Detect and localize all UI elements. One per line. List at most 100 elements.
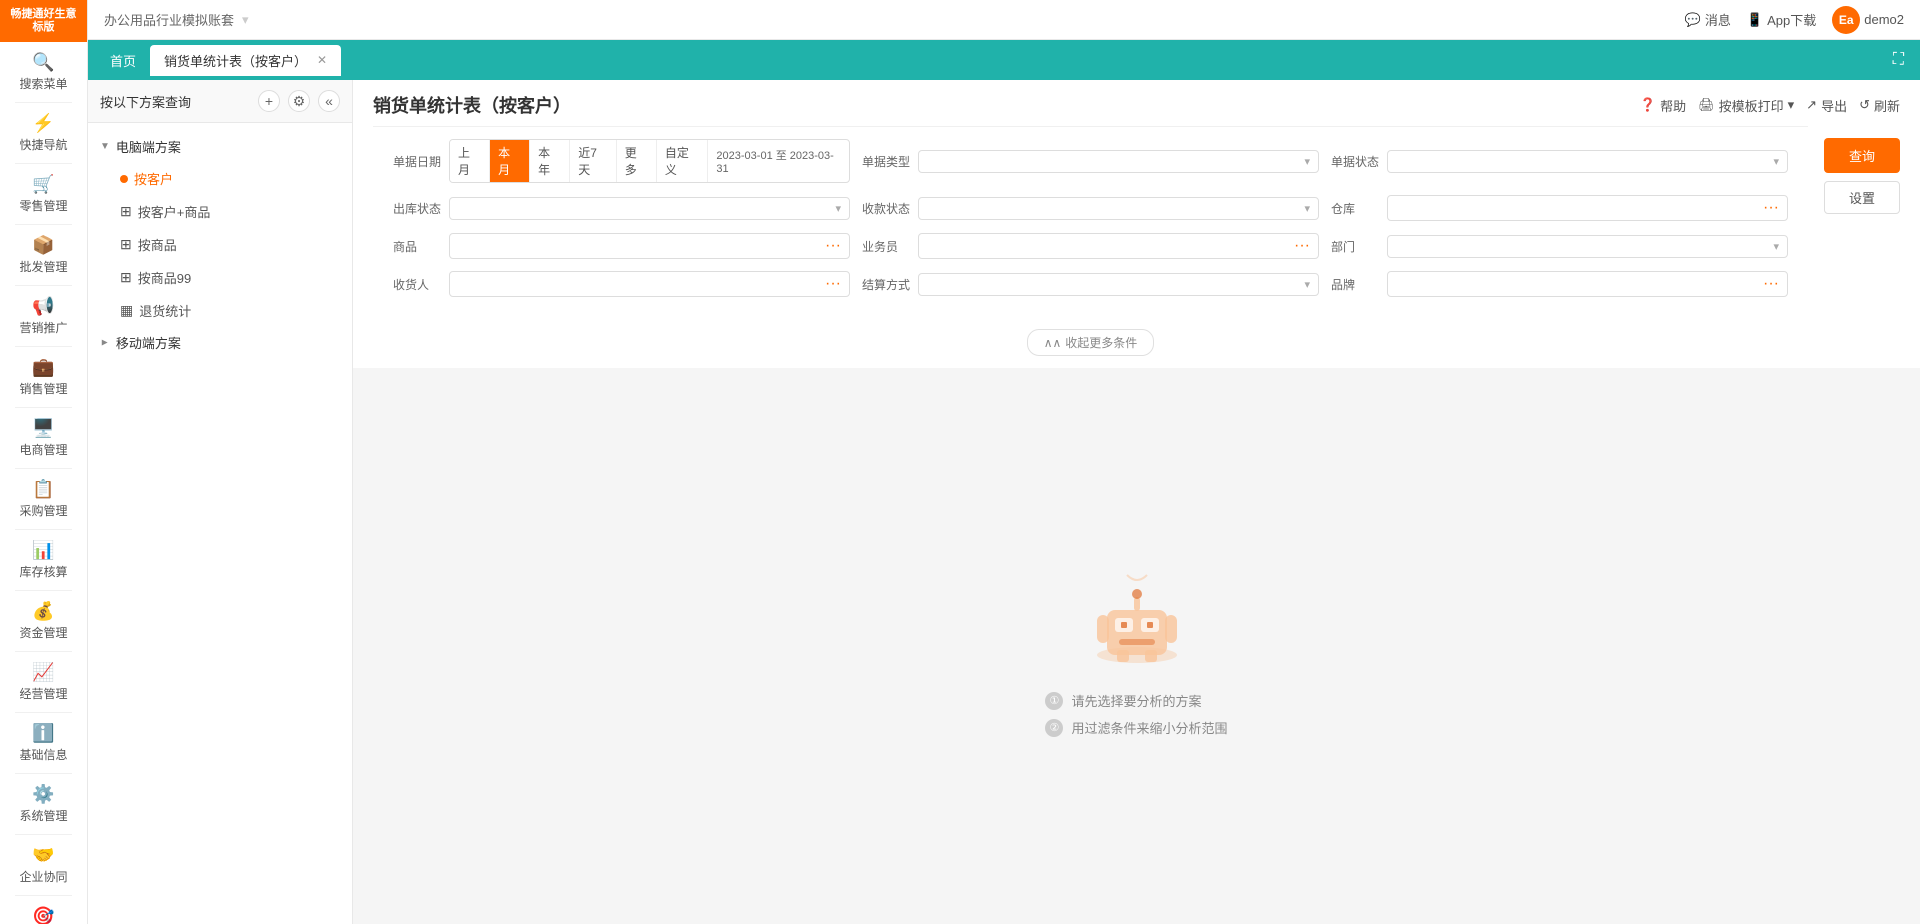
sidebar-item-search-menu[interactable]: 🔍搜索菜单 xyxy=(15,42,71,103)
settings-button[interactable]: 设置 xyxy=(1824,181,1900,214)
date-filter-control: 上月 本月 本年 近7天 更多 自定义 2023-03-01 至 2023-03… xyxy=(449,139,850,183)
receiver-control[interactable]: ··· xyxy=(449,271,850,297)
grid-icon-2: ⊞ xyxy=(120,236,132,253)
maximize-btn[interactable]: ⛶ xyxy=(1885,51,1912,69)
date-btn-more[interactable]: 更多 xyxy=(617,140,657,182)
payment-control[interactable]: ▾ xyxy=(918,197,1319,220)
payment-arrow: ▾ xyxy=(1304,202,1310,215)
tab-home-label: 首页 xyxy=(110,51,136,70)
warehouse-control[interactable]: ··· xyxy=(1387,195,1788,221)
empty-tip-1: ① 请先选择要分析的方案 xyxy=(1045,691,1227,710)
receiver-label: 收货人 xyxy=(393,276,441,293)
grid-icon-3: ⊞ xyxy=(120,269,132,286)
industry-dropdown-icon[interactable]: ▾ xyxy=(242,12,249,28)
sidebar-item-quick-nav[interactable]: ⚡快捷导航 xyxy=(15,103,71,164)
sidebar-item-purchase-mgmt[interactable]: 📋采购管理 xyxy=(15,469,71,530)
filter-main: 单据日期 上月 本月 本年 近7天 更多 自定义 2023-03-01 至 20… xyxy=(373,126,1808,364)
user-profile-btn[interactable]: Ea demo2 xyxy=(1832,6,1904,34)
add-scheme-btn[interactable]: + xyxy=(258,90,280,112)
sidebar-label-inventory-calc: 库存核算 xyxy=(19,563,67,580)
goods-dots: ··· xyxy=(825,238,841,254)
message-icon: 💬 xyxy=(1685,12,1701,28)
sidebar-item-marketing[interactable]: 📢营销推广 xyxy=(15,286,71,347)
date-btn-7days[interactable]: 近7天 xyxy=(570,140,616,182)
page-header: 销货单统计表（按客户） ❓ 帮助 🖨 按模板打印 ▾ ↗ 导出 xyxy=(353,80,1920,126)
receiver-dots: ··· xyxy=(825,276,841,292)
tree-child-return-stats[interactable]: ▦ 退货统计 xyxy=(88,294,352,327)
sidebar-item-basic-info[interactable]: ℹ️基础信息 xyxy=(15,713,71,774)
query-button[interactable]: 查询 xyxy=(1824,138,1900,173)
goods-control[interactable]: ··· xyxy=(449,233,850,259)
payment-label: 收款状态 xyxy=(862,200,910,217)
outbound-control[interactable]: ▾ xyxy=(449,197,850,220)
salesperson-control[interactable]: ··· xyxy=(918,233,1319,259)
tip-num-1: ① xyxy=(1045,692,1063,710)
app-logo: 畅捷通好生意 标版 xyxy=(0,0,87,42)
order-type-control[interactable]: ▾ xyxy=(918,150,1319,173)
filter-item-warehouse: 仓库 ··· xyxy=(1331,195,1788,221)
date-btn-this-month[interactable]: 本月 xyxy=(490,140,530,182)
tree-parent-pc-label: 电脑端方案 xyxy=(116,137,181,156)
sidebar-item-retail-mgmt[interactable]: 🛒零售管理 xyxy=(15,164,71,225)
panel-actions: + ⚙ « xyxy=(258,90,340,112)
message-btn[interactable]: 💬 消息 xyxy=(1685,10,1731,29)
panel-header: 按以下方案查询 + ⚙ « xyxy=(88,80,352,123)
tab-sales-stats-label: 销货单统计表（按客户） xyxy=(164,51,307,70)
sidebar-item-sales-mgmt[interactable]: 💼销售管理 xyxy=(15,347,71,408)
date-btn-this-year[interactable]: 本年 xyxy=(530,140,570,182)
tab-home[interactable]: 首页 xyxy=(96,45,150,76)
settings-scheme-btn[interactable]: ⚙ xyxy=(288,90,310,112)
tab-sales-stats[interactable]: 销货单统计表（按客户） ✕ xyxy=(150,45,341,76)
sidebar-item-inventory-calc[interactable]: 📊库存核算 xyxy=(15,530,71,591)
sidebar-label-basic-info: 基础信息 xyxy=(19,746,67,763)
tree-parent-mobile[interactable]: ▼ 移动端方案 xyxy=(88,327,352,358)
refresh-btn[interactable]: ↺ 刷新 xyxy=(1859,96,1900,115)
industry-label: 办公用品行业模拟账套 xyxy=(104,10,234,29)
dept-control[interactable]: ▾ xyxy=(1387,235,1788,258)
empty-tips: ① 请先选择要分析的方案 ② 用过滤条件来缩小分析范围 xyxy=(1045,691,1227,737)
tab-close-icon[interactable]: ✕ xyxy=(317,53,327,67)
date-btn-last-month[interactable]: 上月 xyxy=(450,140,490,182)
date-btn-custom[interactable]: 自定义 xyxy=(657,140,709,182)
filter-item-goods: 商品 ··· xyxy=(393,233,850,259)
sidebar-icon-retail-mgmt: 🛒 xyxy=(32,174,54,195)
sidebar-item-newbie-guide[interactable]: 🎯新手引导 xyxy=(15,896,71,924)
tree-child-by-goods-99[interactable]: ⊞ 按商品99 xyxy=(88,261,352,294)
order-status-arrow: ▾ xyxy=(1773,155,1779,168)
collapse-row: ∧∧ 收起更多条件 xyxy=(373,321,1808,364)
tree-child-by-customer-goods[interactable]: ⊞ 按客户+商品 xyxy=(88,195,352,228)
empty-tip-1-text: 请先选择要分析的方案 xyxy=(1071,691,1201,710)
order-type-label: 单据类型 xyxy=(862,153,910,170)
sidebar-icon-business-mgmt: 📈 xyxy=(32,662,54,683)
brand-control[interactable]: ··· xyxy=(1387,271,1788,297)
warehouse-label: 仓库 xyxy=(1331,200,1379,217)
sidebar-item-business-mgmt[interactable]: 📈经营管理 xyxy=(15,652,71,713)
export-btn[interactable]: ↗ 导出 xyxy=(1806,96,1847,115)
left-panel: 按以下方案查询 + ⚙ « ▼ 电脑端方案 按客户 ⊞ xyxy=(88,80,353,924)
empty-illustration xyxy=(1077,555,1197,675)
sidebar-item-system-mgmt[interactable]: ⚙️系统管理 xyxy=(15,774,71,835)
tree-child-by-customer-label: 按客户 xyxy=(134,169,173,188)
app-download-btn[interactable]: 📱 App下载 xyxy=(1747,10,1816,29)
collapse-panel-btn[interactable]: « xyxy=(318,90,340,112)
filter-item-receiver: 收货人 ··· xyxy=(393,271,850,297)
help-btn[interactable]: ❓ 帮助 xyxy=(1640,96,1686,115)
content-area: 按以下方案查询 + ⚙ « ▼ 电脑端方案 按客户 ⊞ xyxy=(88,80,1920,924)
sidebar-icon-system-mgmt: ⚙️ xyxy=(32,784,54,805)
sidebar-items-container: 🔍搜索菜单⚡快捷导航🛒零售管理📦批发管理📢营销推广💼销售管理🖥️电商管理📋采购管… xyxy=(15,42,71,924)
template-print-btn[interactable]: 🖨 按模板打印 ▾ xyxy=(1698,96,1794,115)
tree-parent-pc[interactable]: ▼ 电脑端方案 xyxy=(88,131,352,162)
tree-child-by-goods[interactable]: ⊞ 按商品 xyxy=(88,228,352,261)
filter-area: 单据日期 上月 本月 本年 近7天 更多 自定义 2023-03-01 至 20… xyxy=(373,126,1808,321)
sidebar-icon-purchase-mgmt: 📋 xyxy=(32,479,54,500)
settlement-control[interactable]: ▾ xyxy=(918,273,1319,296)
sidebar-item-ecommerce-mgmt[interactable]: 🖥️电商管理 xyxy=(15,408,71,469)
tree-child-by-customer[interactable]: 按客户 xyxy=(88,162,352,195)
order-status-control[interactable]: ▾ xyxy=(1387,150,1788,173)
sidebar-item-wholesale-mgmt[interactable]: 📦批发管理 xyxy=(15,225,71,286)
topbar-left: 办公用品行业模拟账套 ▾ xyxy=(104,10,249,29)
sidebar-item-finance-mgmt[interactable]: 💰资金管理 xyxy=(15,591,71,652)
sidebar-item-enterprise-coop[interactable]: 🤝企业协同 xyxy=(15,835,71,896)
topbar-right: 💬 消息 📱 App下载 Ea demo2 xyxy=(1685,6,1904,34)
collapse-btn[interactable]: ∧∧ 收起更多条件 xyxy=(1027,329,1155,356)
